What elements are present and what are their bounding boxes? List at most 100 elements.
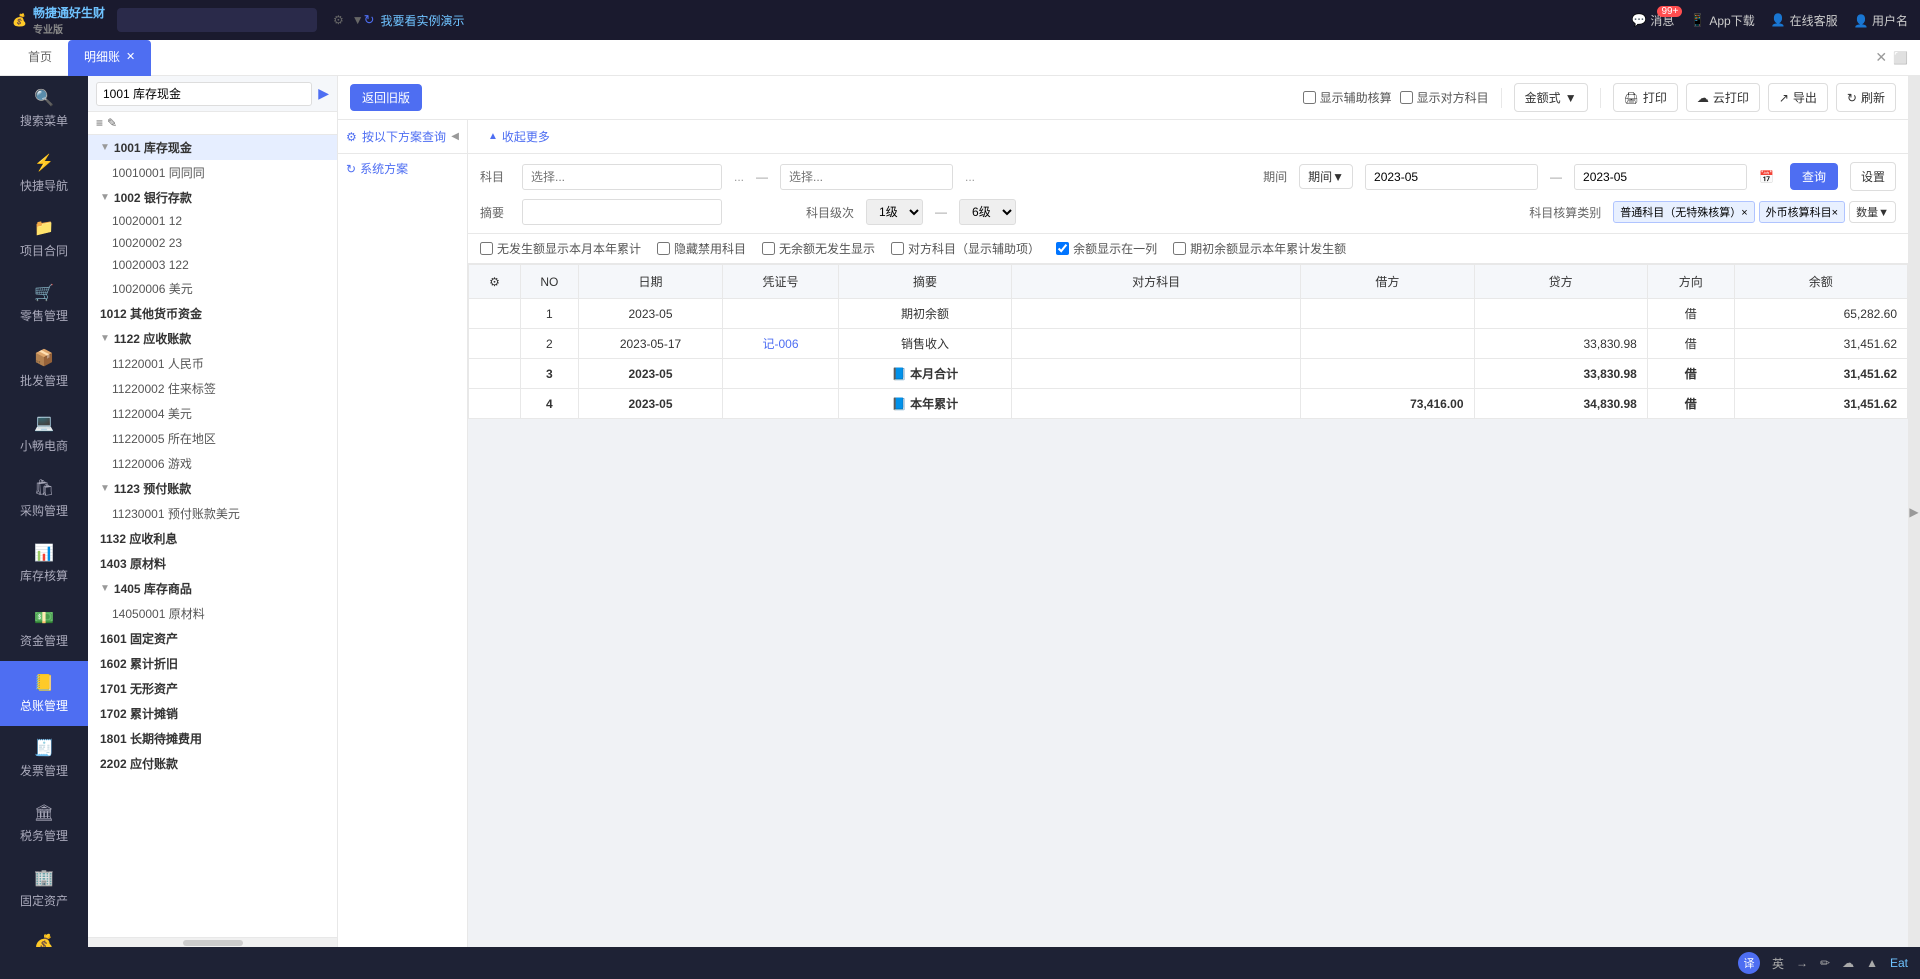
show-counter-opt-input[interactable] xyxy=(891,242,904,255)
tree-node-2202[interactable]: 2202 应付账款 xyxy=(88,751,337,776)
status-eat-btn[interactable]: Eat xyxy=(1890,956,1908,970)
window-close-btn[interactable]: ✕ xyxy=(1875,49,1887,66)
status-cloud-btn[interactable]: ☁ xyxy=(1842,956,1854,970)
option-one-col[interactable]: 余额显示在一列 xyxy=(1056,240,1157,257)
tree-node-11220004[interactable]: 11220004 美元 xyxy=(88,401,337,426)
right-collapse-handle[interactable]: ▶ xyxy=(1908,76,1920,947)
query-scheme-item[interactable]: ↻ 系统方案 xyxy=(338,154,467,183)
sidebar-item-search[interactable]: 🔍 搜索菜单 xyxy=(0,76,88,141)
tree-node-14050001[interactable]: 14050001 原材料 xyxy=(88,601,337,626)
tree-node-10020002[interactable]: 10020002 23 xyxy=(88,232,337,254)
app-download-btn[interactable]: 📱 App下载 xyxy=(1690,12,1754,29)
tree-node-1601[interactable]: 1601 固定资产 xyxy=(88,626,337,651)
no-zero-input[interactable] xyxy=(762,242,775,255)
tree-node-11220002[interactable]: 11220002 住来标签 xyxy=(88,376,337,401)
voucher-link[interactable]: 记-006 xyxy=(763,337,799,351)
show-aux-checkbox[interactable]: 显示辅助核算 xyxy=(1303,89,1392,106)
level-start-select[interactable]: 1级2级3级4级5级6级 xyxy=(866,199,923,225)
sidebar-item-quick[interactable]: ⚡ 快捷导航 xyxy=(0,141,88,206)
tree-node-1702[interactable]: 1702 累计摊销 xyxy=(88,701,337,726)
tree-node-11220001[interactable]: 11220001 人民币 xyxy=(88,351,337,376)
class-tag-2[interactable]: 外币核算科目× xyxy=(1759,201,1845,223)
tree-node-11220006[interactable]: 11220006 游戏 xyxy=(88,451,337,476)
status-arrow-btn[interactable]: → xyxy=(1796,956,1808,970)
tab-detail[interactable]: 明细账 ✕ xyxy=(68,40,151,76)
sidebar-item-tax[interactable]: 🏛 税务管理 xyxy=(0,791,88,856)
user-info[interactable]: 👤 用户名 xyxy=(1854,12,1908,29)
account-nav-arrow[interactable]: ▶ xyxy=(318,85,329,102)
hide-disabled-input[interactable] xyxy=(657,242,670,255)
window-maximize-btn[interactable]: ⬜ xyxy=(1893,51,1908,65)
top-search-input[interactable] xyxy=(117,8,317,32)
status-lang-btn[interactable]: 英 xyxy=(1772,955,1784,972)
show-counter-checkbox[interactable]: 显示对方科目 xyxy=(1400,89,1489,106)
tree-node-1801[interactable]: 1801 长期待摊费用 xyxy=(88,726,337,751)
tree-node-1403[interactable]: 1403 原材料 xyxy=(88,551,337,576)
sidebar-item-invoice[interactable]: 🧾 发票管理 xyxy=(0,726,88,791)
online-service-btn[interactable]: 👤 在线客服 xyxy=(1771,12,1838,29)
amount-format-btn[interactable]: 金额式 ▼ xyxy=(1514,83,1588,112)
refresh-btn[interactable]: ↻ 刷新 xyxy=(1836,83,1896,112)
collapse-query-btn[interactable]: ◀ xyxy=(451,131,459,142)
tree-node-1132[interactable]: 1132 应收利息 xyxy=(88,526,337,551)
tree-node-1001[interactable]: ▼ 1001 库存现金 xyxy=(88,135,337,160)
option-show-counter[interactable]: 对方科目（显示辅助项） xyxy=(891,240,1040,257)
account-search-input[interactable] xyxy=(96,82,312,106)
one-col-input[interactable] xyxy=(1056,242,1069,255)
class-tag-1[interactable]: 普通科目（无特殊核算）× xyxy=(1613,201,1754,223)
query-btn[interactable]: 查询 xyxy=(1790,163,1838,190)
tree-node-11230001[interactable]: 11230001 预付账款美元 xyxy=(88,501,337,526)
demo-link[interactable]: 我要看实例演示 xyxy=(381,12,465,29)
sidebar-item-salary[interactable]: 💰 工资 xyxy=(0,921,88,947)
row-voucher[interactable]: 记-006 xyxy=(723,329,839,359)
tree-node-10010001[interactable]: 10010001 同同同 xyxy=(88,160,337,185)
message-btn[interactable]: 💬 消息 99+ xyxy=(1631,12,1674,29)
tree-node-11220005[interactable]: 11220005 所在地区 xyxy=(88,426,337,451)
tab-close-btn[interactable]: ✕ xyxy=(126,50,135,63)
level-end-select[interactable]: 1级2级3级4级5级6级 xyxy=(959,199,1016,225)
tab-home[interactable]: 首页 xyxy=(12,40,68,76)
tree-node-10020006[interactable]: 10020006 美元 xyxy=(88,276,337,301)
option-show-period[interactable]: 期初余额显示本年累计发生额 xyxy=(1173,240,1346,257)
no-balance-input[interactable] xyxy=(480,242,493,255)
cloud-print-btn[interactable]: ☁ 云打印 xyxy=(1686,83,1760,112)
table-settings-icon[interactable]: ⚙ xyxy=(489,275,500,289)
status-translate-btn[interactable]: 译 xyxy=(1738,952,1760,974)
show-period-input[interactable] xyxy=(1173,242,1186,255)
sidebar-item-general[interactable]: 📒 总账管理 xyxy=(0,661,88,726)
print-btn[interactable]: 🖨 打印 xyxy=(1613,83,1678,112)
col-header-settings[interactable]: ⚙ xyxy=(469,265,521,299)
period-start-input[interactable] xyxy=(1365,164,1538,190)
sidebar-item-retail[interactable]: 🛒 零售管理 xyxy=(0,271,88,336)
tree-node-1405[interactable]: ▼ 1405 库存商品 xyxy=(88,576,337,601)
show-counter-input[interactable] xyxy=(1400,91,1413,104)
show-aux-input[interactable] xyxy=(1303,91,1316,104)
sidebar-item-inventory[interactable]: 📊 库存核算 xyxy=(0,531,88,596)
period-type-btn[interactable]: 期间▼ xyxy=(1299,164,1353,189)
tree-toolbar-btn2[interactable]: ✎ xyxy=(107,116,117,130)
sidebar-item-project[interactable]: 📁 项目合同 xyxy=(0,206,88,271)
option-no-zero[interactable]: 无余额无发生显示 xyxy=(762,240,875,257)
sidebar-item-wholesale[interactable]: 📦 批发管理 xyxy=(0,336,88,401)
quantity-dropdown-btn[interactable]: 数量▼ xyxy=(1849,201,1896,223)
sidebar-item-assets[interactable]: 🏢 固定资产 xyxy=(0,856,88,921)
sidebar-item-purchase[interactable]: 🛍 采购管理 xyxy=(0,466,88,531)
option-no-balance[interactable]: 无发生额显示本月本年累计 xyxy=(480,240,641,257)
more-btn[interactable]: ▲ 收起更多 xyxy=(480,124,558,149)
tree-toolbar-btn1[interactable]: ≡ xyxy=(96,116,103,130)
dropdown-icon[interactable]: ▼ xyxy=(352,13,364,27)
tree-node-1002[interactable]: ▼ 1002 银行存款 xyxy=(88,185,337,210)
tree-node-10020003[interactable]: 10020003 122 xyxy=(88,254,337,276)
export-btn[interactable]: ↗ 导出 xyxy=(1768,83,1828,112)
settings-btn[interactable]: 设置 xyxy=(1850,162,1896,191)
status-upload-btn[interactable]: ▲ xyxy=(1866,956,1878,970)
period-end-input[interactable] xyxy=(1574,164,1747,190)
query-settings-icon[interactable]: ⚙ xyxy=(346,130,357,144)
summary-input[interactable] xyxy=(522,199,722,225)
subject-end-input[interactable] xyxy=(780,164,953,190)
tree-node-1602[interactable]: 1602 累计折旧 xyxy=(88,651,337,676)
tree-node-1122[interactable]: ▼ 1122 应收账款 xyxy=(88,326,337,351)
status-edit-btn[interactable]: ✏ xyxy=(1820,956,1830,970)
settings-icon[interactable]: ⚙ xyxy=(333,13,344,27)
back-old-version-btn[interactable]: 返回旧版 xyxy=(350,84,422,111)
